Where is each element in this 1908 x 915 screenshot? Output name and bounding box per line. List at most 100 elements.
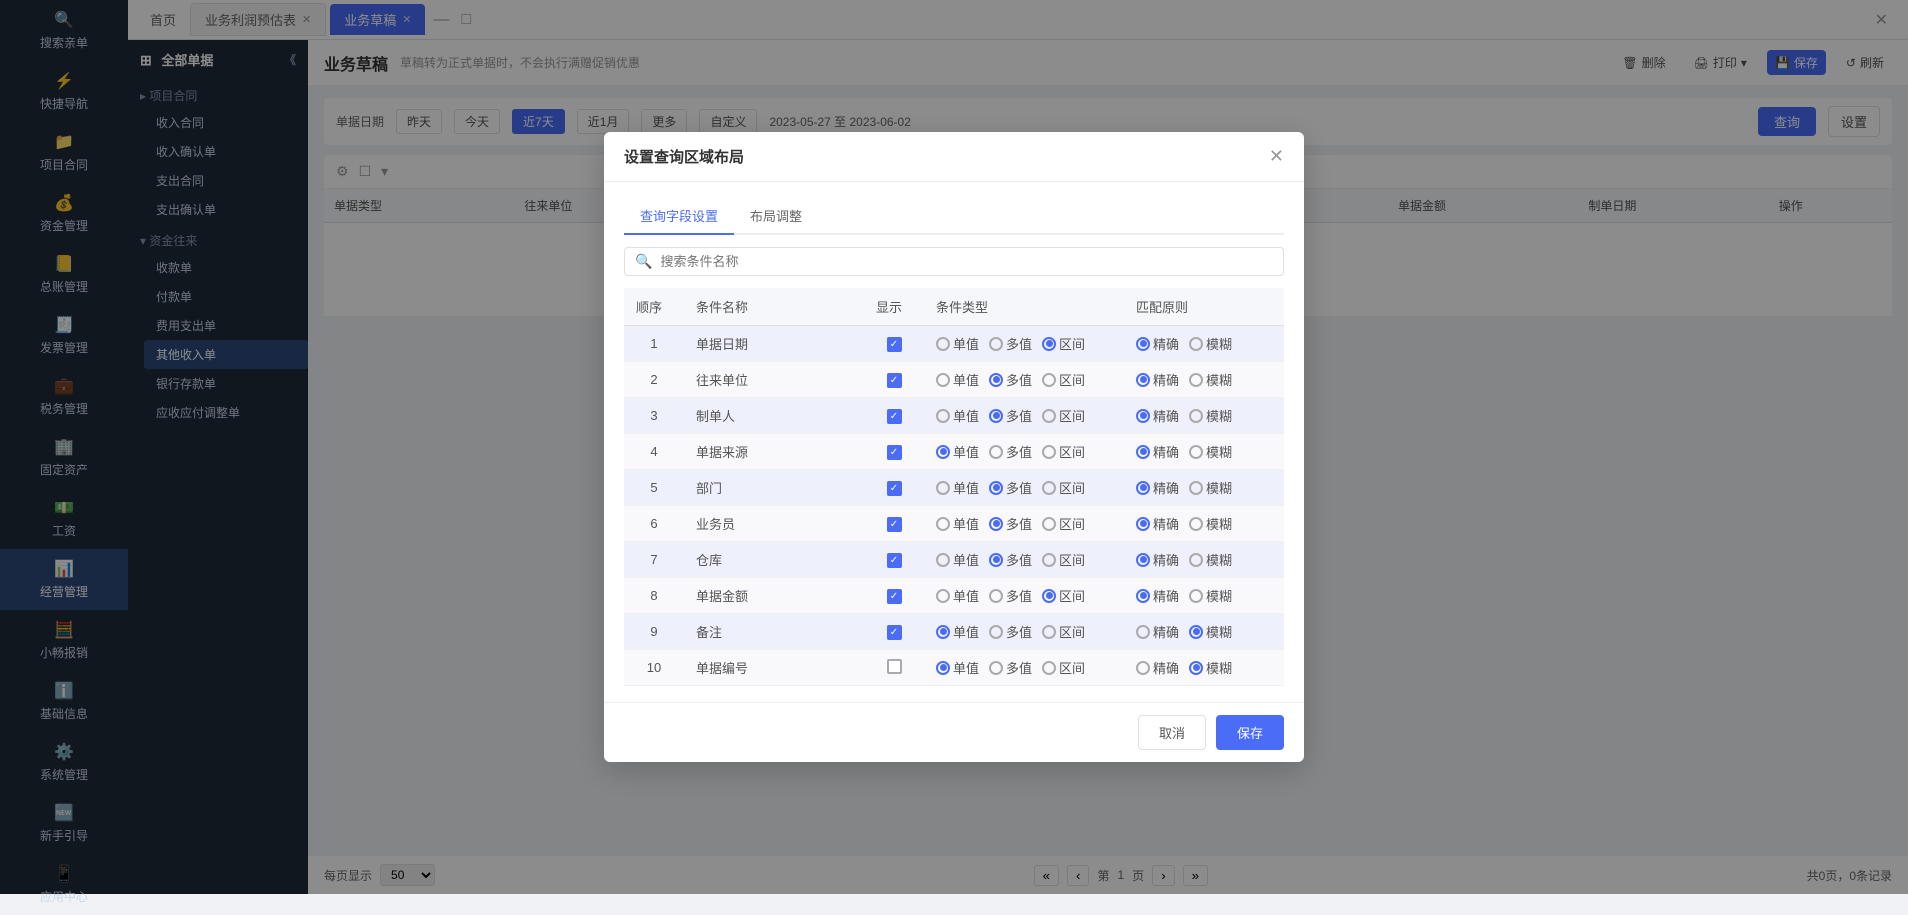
radio-match-1[interactable]: 模糊 bbox=[1189, 622, 1232, 641]
radio-match-1[interactable]: 模糊 bbox=[1189, 334, 1232, 353]
checkbox-checked[interactable]: ✓ bbox=[887, 409, 902, 424]
radio-match-0[interactable]: 精确 bbox=[1136, 550, 1179, 569]
radio-label: 多值 bbox=[1006, 658, 1032, 677]
checkbox-checked[interactable]: ✓ bbox=[887, 337, 902, 352]
modal-row-type: 单值 多值 区间 bbox=[924, 578, 1124, 614]
radio-type-2[interactable]: 区间 bbox=[1042, 586, 1085, 605]
modal-col-display: 显示 bbox=[864, 288, 924, 326]
radio-type-1[interactable]: 多值 bbox=[989, 478, 1032, 497]
modal-row-display[interactable]: ✓ bbox=[864, 614, 924, 650]
radio-type-2[interactable]: 区间 bbox=[1042, 658, 1085, 677]
radio-circle bbox=[1042, 409, 1056, 423]
modal-row-display[interactable]: ✓ bbox=[864, 578, 924, 614]
modal-row-display[interactable]: ✓ bbox=[864, 398, 924, 434]
radio-type-0[interactable]: 单值 bbox=[936, 550, 979, 569]
radio-match-1[interactable]: 模糊 bbox=[1189, 442, 1232, 461]
radio-match-0[interactable]: 精确 bbox=[1136, 334, 1179, 353]
modal-row-name: 单据日期 bbox=[684, 326, 864, 362]
radio-match-0[interactable]: 精确 bbox=[1136, 406, 1179, 425]
radio-match-1[interactable]: 模糊 bbox=[1189, 406, 1232, 425]
modal-tab-layout[interactable]: 布局调整 bbox=[734, 198, 818, 235]
radio-match-1[interactable]: 模糊 bbox=[1189, 550, 1232, 569]
modal-row-match: 精确 模糊 bbox=[1124, 470, 1284, 506]
radio-type-1[interactable]: 多值 bbox=[989, 406, 1032, 425]
checkbox-checked[interactable]: ✓ bbox=[887, 553, 902, 568]
radio-type-1[interactable]: 多值 bbox=[989, 586, 1032, 605]
modal-row-order: 5 bbox=[624, 470, 684, 506]
radio-match-1[interactable]: 模糊 bbox=[1189, 514, 1232, 533]
modal-row-display[interactable] bbox=[864, 650, 924, 686]
modal-row-match: 精确 模糊 bbox=[1124, 434, 1284, 470]
radio-label: 模糊 bbox=[1206, 658, 1232, 677]
radio-type-1[interactable]: 多值 bbox=[989, 442, 1032, 461]
radio-match-1[interactable]: 模糊 bbox=[1189, 586, 1232, 605]
checkbox-unchecked[interactable] bbox=[887, 659, 902, 674]
radio-type-0[interactable]: 单值 bbox=[936, 334, 979, 353]
modal-tab-query[interactable]: 查询字段设置 bbox=[624, 198, 734, 235]
radio-type-2[interactable]: 区间 bbox=[1042, 406, 1085, 425]
modal-search-input[interactable] bbox=[660, 254, 1273, 269]
checkbox-checked[interactable]: ✓ bbox=[887, 373, 902, 388]
radio-type-1[interactable]: 多值 bbox=[989, 622, 1032, 641]
modal-save-button[interactable]: 保存 bbox=[1216, 715, 1284, 750]
radio-type-2[interactable]: 区间 bbox=[1042, 442, 1085, 461]
radio-type-0[interactable]: 单值 bbox=[936, 622, 979, 641]
modal-row-match: 精确 模糊 bbox=[1124, 362, 1284, 398]
modal-row-display[interactable]: ✓ bbox=[864, 506, 924, 542]
modal-row-display[interactable]: ✓ bbox=[864, 470, 924, 506]
radio-circle bbox=[989, 589, 1003, 603]
radio-match-0[interactable]: 精确 bbox=[1136, 622, 1179, 641]
radio-type-1[interactable]: 多值 bbox=[989, 658, 1032, 677]
modal-overlay[interactable]: 设置查询区域布局 ✕ 查询字段设置 布局调整 🔍 顺序 bbox=[0, 0, 1908, 894]
radio-type-0[interactable]: 单值 bbox=[936, 658, 979, 677]
checkbox-checked[interactable]: ✓ bbox=[887, 625, 902, 640]
radio-type-0[interactable]: 单值 bbox=[936, 370, 979, 389]
modal-row-type: 单值 多值 区间 bbox=[924, 398, 1124, 434]
radio-label: 单值 bbox=[953, 334, 979, 353]
radio-type-1[interactable]: 多值 bbox=[989, 370, 1032, 389]
radio-match-1[interactable]: 模糊 bbox=[1189, 370, 1232, 389]
cancel-button[interactable]: 取消 bbox=[1138, 715, 1206, 750]
radio-type-1[interactable]: 多值 bbox=[989, 334, 1032, 353]
radio-type-2[interactable]: 区间 bbox=[1042, 550, 1085, 569]
radio-type-1[interactable]: 多值 bbox=[989, 550, 1032, 569]
radio-type-2[interactable]: 区间 bbox=[1042, 370, 1085, 389]
radio-label: 单值 bbox=[953, 550, 979, 569]
radio-label: 单值 bbox=[953, 370, 979, 389]
radio-label: 精确 bbox=[1153, 334, 1179, 353]
radio-type-2[interactable]: 区间 bbox=[1042, 478, 1085, 497]
radio-type-2[interactable]: 区间 bbox=[1042, 622, 1085, 641]
radio-label: 多值 bbox=[1006, 586, 1032, 605]
radio-match-0[interactable]: 精确 bbox=[1136, 586, 1179, 605]
radio-match-0[interactable]: 精确 bbox=[1136, 658, 1179, 677]
radio-match-0[interactable]: 精确 bbox=[1136, 370, 1179, 389]
modal-row-display[interactable]: ✓ bbox=[864, 362, 924, 398]
radio-label: 模糊 bbox=[1206, 550, 1232, 569]
modal-row-display[interactable]: ✓ bbox=[864, 434, 924, 470]
radio-match-1[interactable]: 模糊 bbox=[1189, 478, 1232, 497]
checkbox-checked[interactable]: ✓ bbox=[887, 517, 902, 532]
radio-match-0[interactable]: 精确 bbox=[1136, 514, 1179, 533]
radio-type-2[interactable]: 区间 bbox=[1042, 334, 1085, 353]
checkbox-checked[interactable]: ✓ bbox=[887, 589, 902, 604]
modal-close-button[interactable]: ✕ bbox=[1269, 146, 1284, 167]
radio-circle bbox=[1042, 445, 1056, 459]
radio-type-0[interactable]: 单值 bbox=[936, 478, 979, 497]
radio-type-1[interactable]: 多值 bbox=[989, 514, 1032, 533]
checkbox-checked[interactable]: ✓ bbox=[887, 481, 902, 496]
radio-type-0[interactable]: 单值 bbox=[936, 586, 979, 605]
radio-circle bbox=[1189, 409, 1203, 423]
radio-match-0[interactable]: 精确 bbox=[1136, 442, 1179, 461]
radio-match-0[interactable]: 精确 bbox=[1136, 478, 1179, 497]
modal-row-display[interactable]: ✓ bbox=[864, 542, 924, 578]
radio-match-1[interactable]: 模糊 bbox=[1189, 658, 1232, 677]
radio-type-0[interactable]: 单值 bbox=[936, 442, 979, 461]
modal-row-match: 精确 模糊 bbox=[1124, 614, 1284, 650]
modal-row-display[interactable]: ✓ bbox=[864, 326, 924, 362]
radio-type-0[interactable]: 单值 bbox=[936, 406, 979, 425]
radio-label: 区间 bbox=[1059, 334, 1085, 353]
radio-type-2[interactable]: 区间 bbox=[1042, 514, 1085, 533]
radio-label: 精确 bbox=[1153, 586, 1179, 605]
radio-type-0[interactable]: 单值 bbox=[936, 514, 979, 533]
checkbox-checked[interactable]: ✓ bbox=[887, 445, 902, 460]
